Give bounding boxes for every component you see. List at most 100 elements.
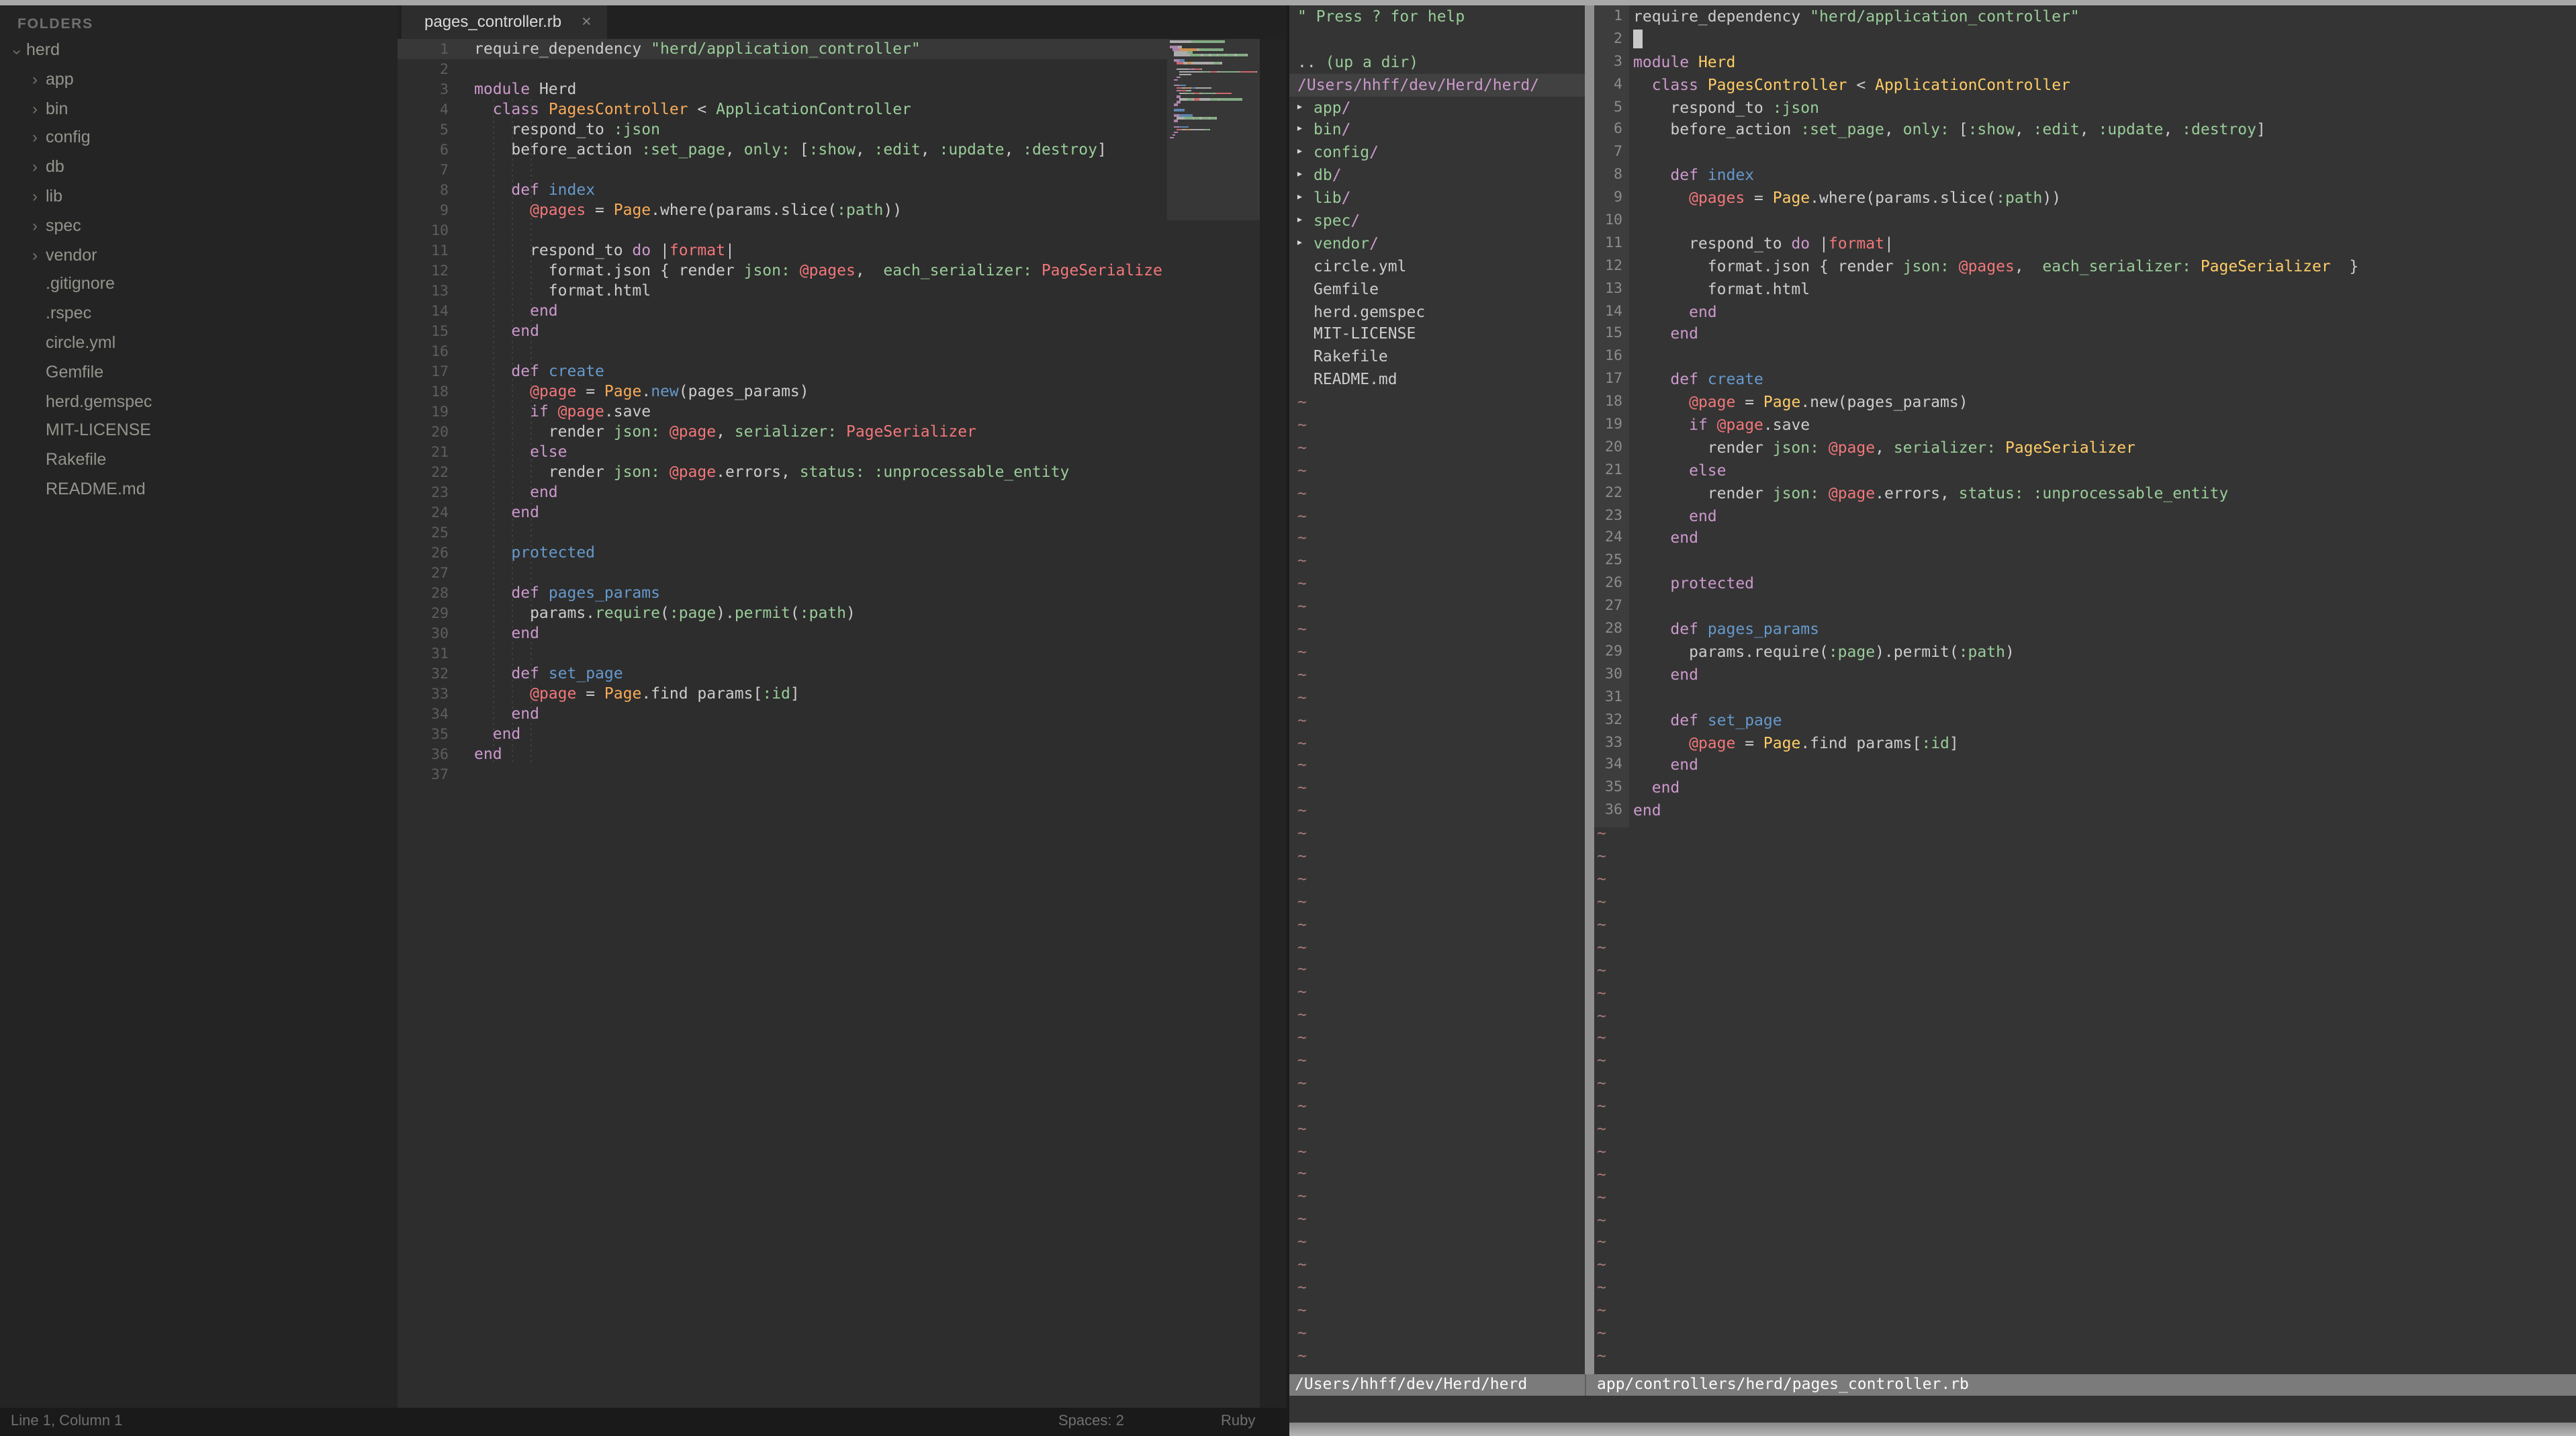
code-line[interactable]: class PagesController < ApplicationContr…	[474, 99, 1162, 120]
sidebar-file-Gemfile[interactable]: Gemfile	[0, 359, 398, 388]
vim-code-lines[interactable]: require_dependency "herd/application_con…	[1633, 5, 2358, 822]
code-line[interactable]: end	[474, 724, 1162, 744]
vim-code-pane[interactable]: 1 2 3 4 5 6 7 8 9 10 11 12 13 14 15 16 17 18 19 20 21 22 23 24 2…	[1594, 5, 2576, 1374]
code-line[interactable]	[474, 764, 1162, 784]
sidebar-folder-db[interactable]: › db	[0, 153, 398, 183]
code-line[interactable]: def set_page	[1633, 709, 2358, 731]
code-line[interactable]: def index	[474, 180, 1162, 200]
code-line[interactable]	[474, 59, 1162, 79]
code-line[interactable]: respond_to do |format|	[474, 240, 1162, 261]
split-separator[interactable]	[1585, 5, 1594, 1374]
tree-dir-db[interactable]: ▸ db/	[1289, 164, 1585, 187]
code-line[interactable]: end	[1633, 504, 2358, 527]
sidebar-folder-spec[interactable]: › spec	[0, 212, 398, 242]
code-line[interactable]	[1633, 142, 2358, 165]
code-line[interactable]: module Herd	[474, 79, 1162, 99]
code-line[interactable]: params.require(:page).permit(:path)	[474, 603, 1162, 623]
tree-current-directory[interactable]: /Users/hhff/dev/Herd/herd/	[1289, 73, 1585, 97]
code-line[interactable]	[1633, 550, 2358, 573]
tree-file-circle.yml[interactable]: circle.yml	[1289, 255, 1585, 278]
code-line[interactable]: format.json { render json: @pages, each_…	[1633, 255, 2359, 278]
code-line[interactable]: end	[1633, 664, 2358, 686]
sidebar-folder-bin[interactable]: › bin	[0, 95, 398, 124]
code-line[interactable]: end	[474, 482, 1162, 502]
code-line[interactable]: if @page.save	[1633, 414, 2358, 437]
tree-dir-app[interactable]: ▸ app/	[1289, 96, 1585, 119]
code-line[interactable]: render json: @page, serializer: PageSeri…	[474, 422, 1162, 442]
code-line[interactable]: format.json { render json: @pages, each_…	[474, 261, 1162, 281]
code-line[interactable]	[474, 563, 1162, 583]
code-line[interactable]	[1633, 686, 2358, 709]
code-line[interactable]: end	[1633, 777, 2358, 800]
code-line[interactable]: @page = Page.new(pages_params)	[474, 382, 1162, 402]
code-line[interactable]: protected	[474, 543, 1162, 563]
sidebar-folder-config[interactable]: › config	[0, 124, 398, 154]
tree-dir-vendor[interactable]: ▸ vendor/	[1289, 232, 1585, 255]
sidebar-file-MIT-LICENSE[interactable]: MIT-LICENSE	[0, 417, 398, 447]
code-line[interactable]: before_action :set_page, only: [:show, :…	[1633, 119, 2358, 142]
code-line[interactable]: render json: @page.errors, status: :unpr…	[474, 462, 1162, 482]
code-line[interactable]: end	[1633, 300, 2358, 323]
nerdtree-pane[interactable]: " Press ? for help .. (up a dir)/Users/hh…	[1289, 5, 1585, 1374]
code-line[interactable]: @page = Page.new(pages_params)	[1633, 391, 2358, 414]
sidebar-file-.rspec[interactable]: .rspec	[0, 300, 398, 329]
code-line[interactable]: end	[1633, 323, 2358, 346]
code-line[interactable]: class PagesController < ApplicationContr…	[1633, 73, 2358, 96]
minimap[interactable]	[1167, 39, 1260, 220]
code-line[interactable]: def create	[474, 361, 1162, 382]
code-line[interactable]: def create	[1633, 369, 2358, 392]
code-line[interactable]: else	[474, 442, 1162, 462]
code-line[interactable]: @page = Page.find params[:id]	[474, 684, 1162, 704]
code-line[interactable]: format.html	[474, 281, 1162, 301]
code-line[interactable]	[1633, 595, 2358, 618]
code-line[interactable]: def pages_params	[1633, 618, 2358, 641]
tree-file-Rakefile[interactable]: Rakefile	[1289, 346, 1585, 369]
code-line[interactable]: def index	[1633, 164, 2358, 187]
code-line[interactable]	[1633, 210, 2358, 232]
tree-file-README.md[interactable]: README.md	[1289, 369, 1585, 392]
sidebar-folder-lib[interactable]: › lib	[0, 183, 398, 212]
code-line[interactable]: render json: @page, serializer: PageSeri…	[1633, 437, 2358, 459]
code-line[interactable]: before_action :set_page, only: [:show, :…	[474, 140, 1162, 160]
code-line[interactable]: end	[474, 744, 1162, 764]
code-line[interactable]	[474, 643, 1162, 664]
code-line[interactable]	[1633, 28, 2358, 51]
code-line[interactable]: respond_to :json	[1633, 96, 2358, 119]
sidebar-file-Rakefile[interactable]: Rakefile	[0, 446, 398, 476]
tree-dir-config[interactable]: ▸ config/	[1289, 142, 1585, 165]
sidebar-file-herd.gemspec[interactable]: herd.gemspec	[0, 388, 398, 417]
close-icon[interactable]: ×	[582, 5, 592, 39]
sidebar-file-.gitignore[interactable]: .gitignore	[0, 271, 398, 300]
sidebar-folder-app[interactable]: › app	[0, 66, 398, 95]
code-line[interactable]: end	[474, 321, 1162, 341]
code-line[interactable]: require_dependency "herd/application_con…	[474, 39, 1162, 59]
code-line[interactable]	[474, 160, 1162, 180]
sidebar-item-root-folder[interactable]: › herd	[0, 36, 398, 66]
code-line[interactable]	[474, 341, 1162, 361]
tree-dir-spec[interactable]: ▸ spec/	[1289, 210, 1585, 232]
code-line[interactable]	[474, 220, 1162, 240]
tree-up-dir[interactable]: .. (up a dir)	[1289, 51, 1585, 74]
tree-file-Gemfile[interactable]: Gemfile	[1289, 277, 1585, 300]
code-line[interactable]: respond_to do |format|	[1633, 232, 2358, 255]
sidebar-folder-vendor[interactable]: › vendor	[0, 241, 398, 271]
code-line[interactable]: end	[474, 301, 1162, 321]
code-lines[interactable]: require_dependency "herd/application_con…	[474, 39, 1162, 784]
code-line[interactable]: end	[1633, 799, 2358, 822]
code-line[interactable]: end	[474, 502, 1162, 523]
code-line[interactable]: end	[1633, 527, 2358, 550]
code-line[interactable]: module Herd	[1633, 51, 2358, 74]
code-line[interactable]: else	[1633, 459, 2358, 482]
tree-dir-bin[interactable]: ▸ bin/	[1289, 119, 1585, 142]
code-line[interactable]	[474, 523, 1162, 543]
code-line[interactable]: params.require(:page).permit(:path)	[1633, 641, 2358, 664]
code-line[interactable]: end	[474, 623, 1162, 643]
code-line[interactable]: def pages_params	[474, 583, 1162, 603]
sidebar-file-circle.yml[interactable]: circle.yml	[0, 329, 398, 359]
syntax-setting[interactable]: Ruby	[1221, 1408, 1255, 1436]
indentation-setting[interactable]: Spaces: 2	[1058, 1408, 1124, 1436]
code-line[interactable]: end	[474, 704, 1162, 724]
code-line[interactable]: def set_page	[474, 664, 1162, 684]
code-line[interactable]	[1633, 346, 2358, 369]
code-line[interactable]: @pages = Page.where(params.slice(:path))	[1633, 187, 2358, 210]
